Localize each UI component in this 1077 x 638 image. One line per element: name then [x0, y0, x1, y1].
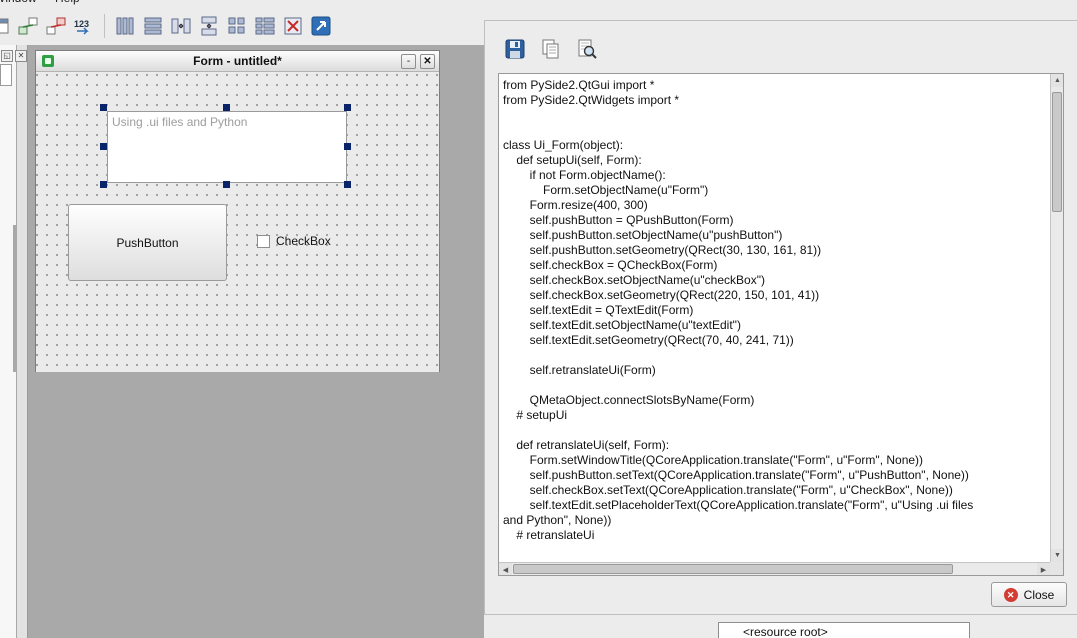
layout-vertical-icon[interactable] [111, 12, 139, 40]
layout-form-icon[interactable] [251, 12, 279, 40]
dock-close-button[interactable]: ✕ [15, 50, 27, 62]
scroll-up-icon[interactable]: ▲ [1051, 74, 1064, 87]
form-editor-window: Form - untitled* - ✕ Using .ui files and… [35, 50, 440, 372]
edit-widgets-icon[interactable] [0, 12, 14, 40]
toolbar-separator [104, 14, 105, 38]
scroll-left-icon[interactable]: ◀ [499, 563, 512, 576]
search-icon[interactable] [575, 37, 599, 61]
textedit-widget[interactable]: Using .ui files and Python [107, 111, 347, 183]
menu-window[interactable]: Window [0, 0, 37, 5]
pushbutton-widget[interactable]: PushButton [68, 204, 227, 281]
edit-tab-order-icon[interactable]: 123 [70, 12, 98, 40]
selection-handle-bottom[interactable] [223, 181, 230, 188]
main-toolbar: 123 [0, 6, 484, 46]
edit-signals-slots-icon[interactable] [14, 12, 42, 40]
form-window-titlebar[interactable]: Form - untitled* - ✕ [36, 51, 439, 72]
selection-handle-right[interactable] [344, 143, 351, 150]
vertical-scrollbar-thumb[interactable] [1052, 92, 1062, 212]
generated-python-code[interactable]: from PySide2.QtGui import * from PySide2… [503, 78, 1047, 559]
selection-handle-topleft[interactable] [100, 104, 107, 111]
selection-handle-left[interactable] [100, 143, 107, 150]
dock-float-button[interactable]: ◱ [1, 50, 13, 62]
horizontal-scrollbar[interactable]: ◀ ▶ [499, 562, 1050, 575]
copy-icon[interactable] [539, 37, 563, 61]
code-dialog-toolbar [503, 37, 599, 61]
dock-scrollbar-thumb[interactable] [13, 225, 17, 372]
layout-grid-icon[interactable] [223, 12, 251, 40]
checkbox-label: CheckBox [276, 234, 331, 248]
application-window: Window Help 123 [0, 0, 1077, 638]
selection-handle-bottomleft[interactable] [100, 181, 107, 188]
close-icon: ✕ [1004, 588, 1018, 602]
selection-handle-top[interactable] [223, 104, 230, 111]
edit-buddies-icon[interactable] [42, 12, 70, 40]
minimize-button[interactable]: - [401, 54, 416, 69]
selection-handle-bottomright[interactable] [344, 181, 351, 188]
checkbox-widget[interactable]: CheckBox [257, 234, 331, 248]
form-window-title: Form - untitled* [36, 54, 439, 68]
scroll-right-icon[interactable]: ▶ [1037, 563, 1050, 576]
scrollbar-corner [1050, 562, 1063, 575]
dock-separator[interactable] [17, 45, 28, 638]
widget-filter-input[interactable] [0, 64, 12, 86]
adjust-size-icon[interactable] [307, 12, 335, 40]
break-layout-icon[interactable] [279, 12, 307, 40]
close-window-button[interactable]: ✕ [420, 54, 435, 69]
resource-browser-panel: <resource root> [484, 615, 1077, 638]
menu-help[interactable]: Help [55, 0, 80, 5]
form-canvas[interactable]: Using .ui files and Python PushButton Ch… [36, 72, 439, 372]
layout-splitter-vertical-icon[interactable] [195, 12, 223, 40]
resource-root-item[interactable]: <resource root> [718, 622, 970, 638]
code-view[interactable]: from PySide2.QtGui import * from PySide2… [498, 73, 1064, 576]
vertical-scrollbar[interactable]: ▲ ▼ [1050, 74, 1063, 562]
selection-handle-topright[interactable] [344, 104, 351, 111]
layout-horizontal-icon[interactable] [139, 12, 167, 40]
checkbox-indicator[interactable] [257, 235, 270, 248]
close-button[interactable]: ✕ Close [991, 582, 1067, 607]
scroll-down-icon[interactable]: ▼ [1051, 549, 1064, 562]
horizontal-scrollbar-thumb[interactable] [513, 564, 953, 574]
code-preview-dialog: from PySide2.QtGui import * from PySide2… [484, 20, 1077, 615]
svg-text:123: 123 [74, 19, 89, 29]
save-icon[interactable] [503, 37, 527, 61]
close-button-label: Close [1024, 588, 1055, 602]
layout-splitter-horizontal-icon[interactable] [167, 12, 195, 40]
